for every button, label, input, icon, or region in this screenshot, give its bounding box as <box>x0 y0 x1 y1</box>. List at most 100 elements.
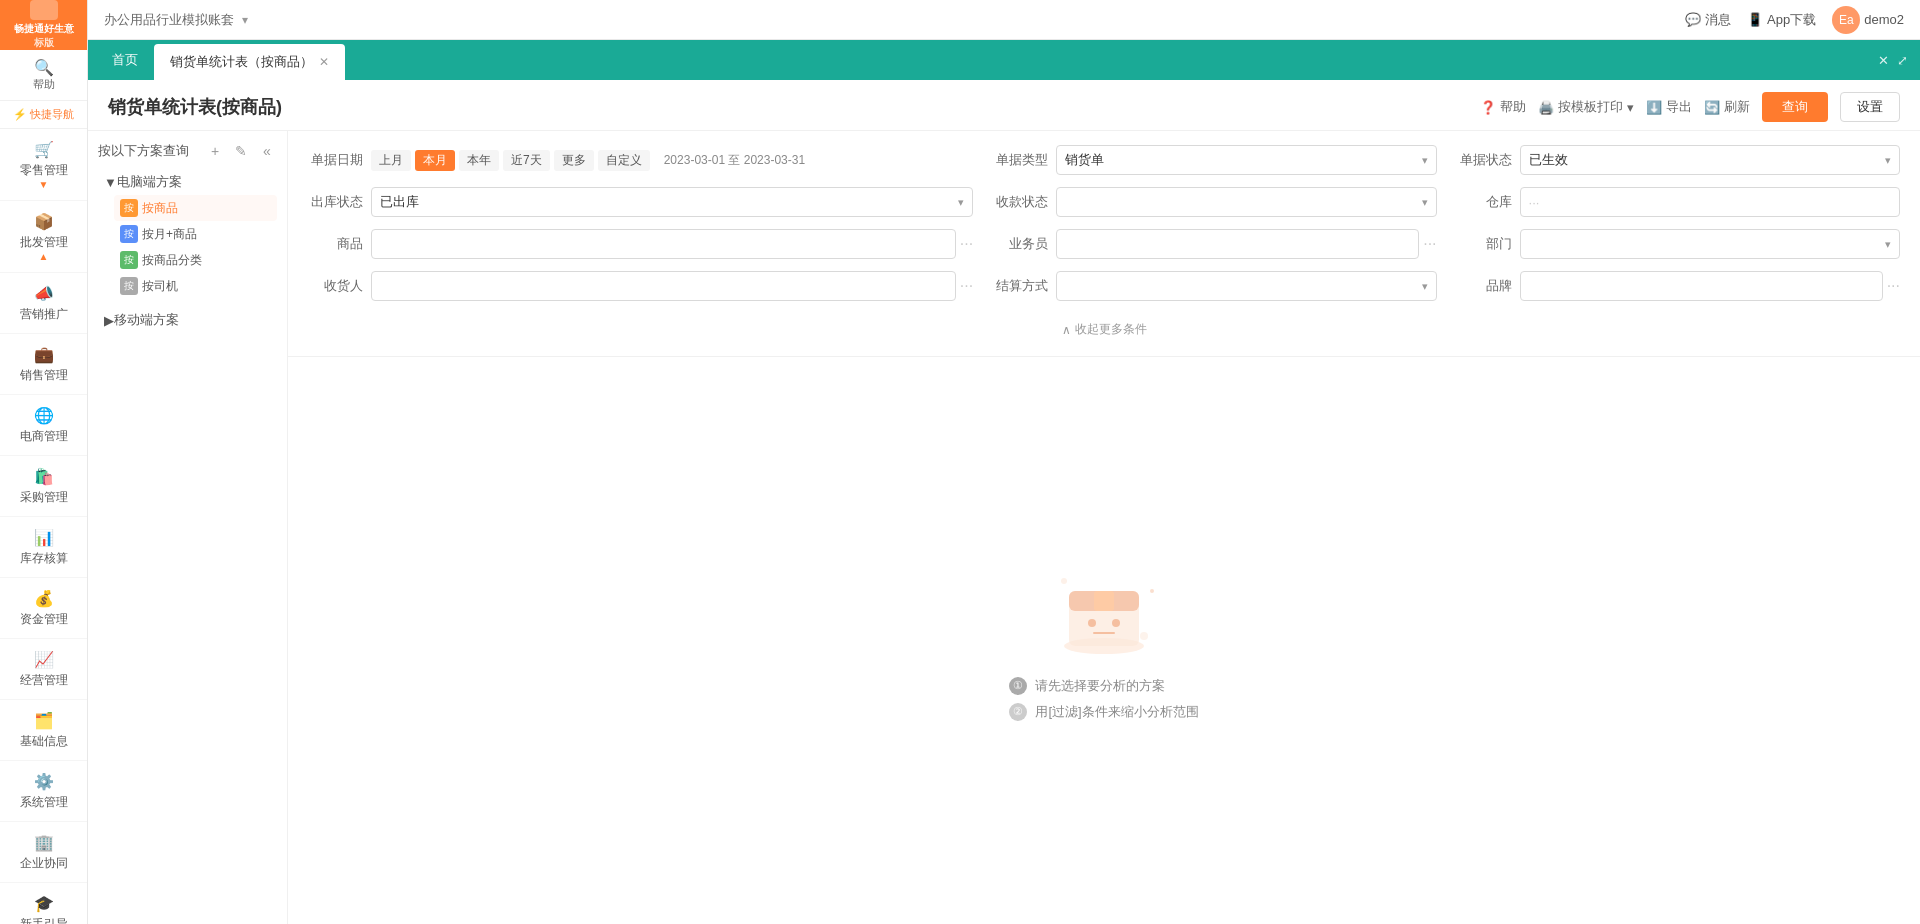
sidebar-item-purchase[interactable]: 🛍️ 采购管理 <box>0 456 87 517</box>
add-scheme-btn[interactable]: + <box>205 141 225 161</box>
product-dots[interactable]: ··· <box>960 235 973 253</box>
collapse-panel-btn[interactable]: « <box>257 141 277 161</box>
basicinfo-icon: 🗂️ <box>34 710 54 730</box>
username: demo2 <box>1864 12 1904 27</box>
refresh-btn[interactable]: 🔄 刷新 <box>1704 98 1750 116</box>
doc-type-select[interactable]: 销货单 ▾ <box>1056 145 1436 175</box>
retail-icon: 🛒 <box>34 139 54 159</box>
date-tab-custom[interactable]: 自定义 <box>598 150 650 171</box>
settings-button[interactable]: 设置 <box>1840 92 1900 122</box>
receiver-dots[interactable]: ··· <box>960 277 973 295</box>
scheme-by-month-product-label: 按月+商品 <box>142 226 197 243</box>
receive-status-select[interactable]: ▾ <box>1056 187 1436 217</box>
topbar-dropdown[interactable]: ▾ <box>242 13 248 27</box>
desktop-schemes: 按 按商品 按 按月+商品 按 按商品分类 按 按司机 <box>98 195 277 299</box>
sidebar-item-operations-label: 经营管理 <box>20 672 68 689</box>
sidebar-item-system[interactable]: ⚙️ 系统管理 <box>0 761 87 822</box>
warehouse-input[interactable]: ··· <box>1520 187 1900 217</box>
date-tab-7days[interactable]: 近7天 <box>503 150 550 171</box>
department-select[interactable]: ▾ <box>1520 229 1900 259</box>
doc-status-value: 已生效 <box>1529 151 1568 169</box>
system-icon: ⚙️ <box>34 771 54 791</box>
desktop-section-header[interactable]: ▼ 电脑端方案 <box>98 169 277 195</box>
settlement-select[interactable]: ▾ <box>1056 271 1436 301</box>
marketing-icon: 📣 <box>34 283 54 303</box>
sidebar-item-finance[interactable]: 💰 资金管理 <box>0 578 87 639</box>
department-label: 部门 <box>1457 235 1512 253</box>
sidebar-item-enterprise[interactable]: 🏢 企业协同 <box>0 822 87 883</box>
scheme-by-category[interactable]: 按 按商品分类 <box>114 247 277 273</box>
scheme-by-driver-label: 按司机 <box>142 278 178 295</box>
tab-minimize-icon[interactable]: ✕ <box>1878 53 1889 68</box>
message-label: 消息 <box>1705 11 1731 29</box>
retail-expand-arrow: ▼ <box>39 179 49 190</box>
product-input[interactable] <box>371 229 956 259</box>
receiver-input[interactable] <box>371 271 956 301</box>
scheme-by-month-product[interactable]: 按 按月+商品 <box>114 221 277 247</box>
scheme-by-product[interactable]: 按 按商品 <box>114 195 277 221</box>
date-tab-more[interactable]: 更多 <box>554 150 594 171</box>
filter-row-4: 收货人 ··· 结算方式 ▾ 品牌 <box>308 271 1900 301</box>
empty-state: ① 请先选择要分析的方案 ② 用[过滤]条件来缩小分析范围 <box>288 357 1920 924</box>
salesperson-input[interactable] <box>1056 229 1419 259</box>
doc-status-chevron: ▾ <box>1885 154 1891 167</box>
out-status-select[interactable]: 已出库 ▾ <box>371 187 973 217</box>
sidebar-item-operations[interactable]: 📈 经营管理 <box>0 639 87 700</box>
mobile-section-header[interactable]: ▶ 移动端方案 <box>98 307 277 333</box>
tab-close-icon[interactable]: ✕ <box>319 55 329 69</box>
out-status-chevron: ▾ <box>958 196 964 209</box>
svg-rect-3 <box>1094 591 1114 611</box>
empty-icon <box>1044 561 1164 661</box>
inventory-icon: 📊 <box>34 527 54 547</box>
sidebar-item-marketing[interactable]: 📣 营销推广 <box>0 273 87 334</box>
user-menu[interactable]: Ea demo2 <box>1832 6 1904 34</box>
app-download-icon: 📱 <box>1747 12 1763 27</box>
sidebar-item-quicknav[interactable]: ⚡ 快捷导航 <box>0 101 87 129</box>
date-tab-this-month[interactable]: 本月 <box>415 150 455 171</box>
desktop-arrow: ▼ <box>104 175 117 190</box>
sidebar-item-inventory[interactable]: 📊 库存核算 <box>0 517 87 578</box>
message-btn[interactable]: 💬 消息 <box>1685 11 1731 29</box>
svg-point-7 <box>1061 578 1067 584</box>
sidebar-item-basicinfo[interactable]: 🗂️ 基础信息 <box>0 700 87 761</box>
department-chevron: ▾ <box>1885 238 1891 251</box>
out-status-label: 出库状态 <box>308 193 363 211</box>
tab-expand-icon[interactable]: ⤢ <box>1897 53 1908 68</box>
sidebar-item-search[interactable]: 🔍 帮助 <box>0 50 87 101</box>
date-control: 上月 本月 本年 近7天 更多 自定义 2023-03-01 至 2023-03… <box>371 150 973 171</box>
doc-status-select[interactable]: 已生效 ▾ <box>1520 145 1900 175</box>
tab-home[interactable]: 首页 <box>96 40 154 80</box>
brand-input[interactable] <box>1520 271 1883 301</box>
sidebar-item-wholesale[interactable]: 📦 批发管理 ▲ <box>0 201 87 273</box>
sidebar-item-retail[interactable]: 🛒 零售管理 ▼ <box>0 129 87 201</box>
filter-doc-status: 单据状态 已生效 ▾ <box>1457 145 1900 175</box>
collapse-panel-icon: « <box>263 143 271 159</box>
template-print-btn[interactable]: 🖨️ 按模板打印 ▾ <box>1538 98 1634 116</box>
scheme-by-category-prefix: 按 <box>120 251 138 269</box>
app-download-btn[interactable]: 📱 App下载 <box>1747 11 1816 29</box>
query-button[interactable]: 查询 <box>1762 92 1828 122</box>
collapse-bar[interactable]: ∧ 收起更多条件 <box>308 313 1900 342</box>
brand-dots[interactable]: ··· <box>1887 277 1900 295</box>
left-panel: 按以下方案查询 + ✎ « ▼ <box>88 131 288 924</box>
sidebar-item-ecommerce[interactable]: 🌐 电商管理 <box>0 395 87 456</box>
export-icon: ⬇️ <box>1646 100 1662 115</box>
filter-salesperson: 业务员 ··· <box>993 229 1436 259</box>
tab-sales-stats[interactable]: 销货单统计表（按商品） ✕ <box>154 44 345 80</box>
help-icon: ❓ <box>1480 100 1496 115</box>
scheme-by-driver[interactable]: 按 按司机 <box>114 273 277 299</box>
help-btn[interactable]: ❓ 帮助 <box>1480 98 1526 116</box>
scheme-by-product-prefix: 按 <box>120 199 138 217</box>
empty-msg-2-num: ② <box>1009 703 1027 721</box>
edit-scheme-btn[interactable]: ✎ <box>231 141 251 161</box>
date-tab-last-month[interactable]: 上月 <box>371 150 411 171</box>
topbar-left: 办公用品行业模拟账套 ▾ <box>104 11 248 29</box>
export-btn[interactable]: ⬇️ 导出 <box>1646 98 1692 116</box>
sidebar-item-sales[interactable]: 💼 销售管理 <box>0 334 87 395</box>
salesperson-dots[interactable]: ··· <box>1423 235 1436 253</box>
date-tab-this-year[interactable]: 本年 <box>459 150 499 171</box>
page-header: 销货单统计表(按商品) ❓ 帮助 🖨️ 按模板打印 ▾ ⬇️ 导出 🔄 刷新 <box>88 80 1920 131</box>
sidebar-item-newbie[interactable]: 🎓 新手引导 <box>0 883 87 924</box>
doc-type-label: 单据类型 <box>993 151 1048 169</box>
empty-msg-1: ① 请先选择要分析的方案 <box>1009 677 1198 695</box>
